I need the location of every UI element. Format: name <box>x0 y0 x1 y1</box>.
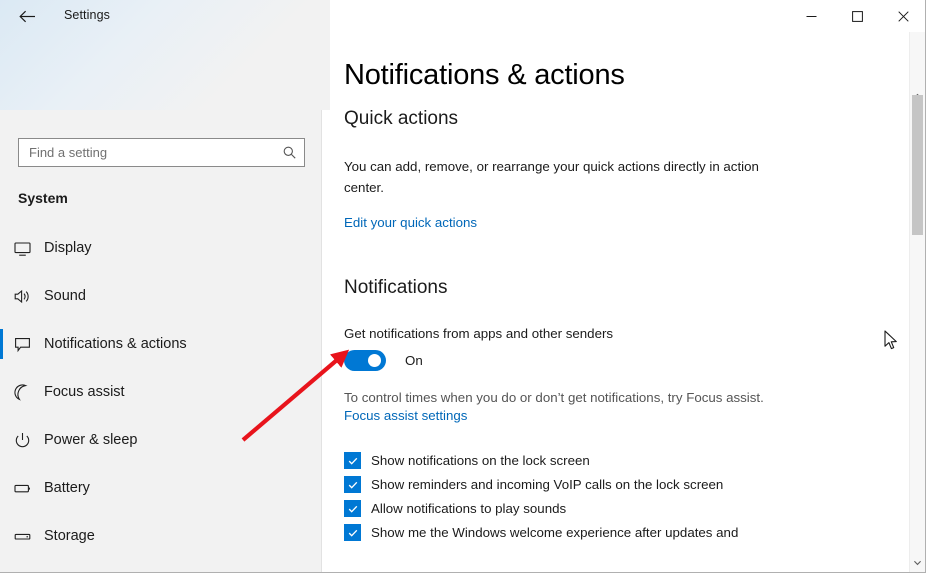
sidebar-label: Power & sleep <box>44 432 138 448</box>
page-title: Notifications & actions <box>344 59 625 91</box>
content-scrollbar[interactable] <box>909 32 925 572</box>
minimize-icon[interactable] <box>788 0 834 32</box>
quick-actions-heading: Quick actions <box>344 108 459 129</box>
sidebar-item-notifications-actions[interactable]: Notifications & actions <box>0 320 321 368</box>
back-button[interactable] <box>8 2 46 30</box>
focus-assist-helper-text: To control times when you do or don’t ge… <box>344 390 764 405</box>
sidebar-label: Sound <box>44 288 86 304</box>
main-content: Notifications & actions Quick actions Yo… <box>322 32 925 572</box>
checkbox-label: Show notifications on the lock screen <box>371 453 590 468</box>
quick-actions-description: You can add, remove, or rearrange your q… <box>344 159 759 195</box>
sidebar-item-focus-assist[interactable]: Focus assist <box>0 368 321 416</box>
checkbox-row[interactable]: Show notifications on the lock screen <box>344 450 904 474</box>
sidebar-section-title: System <box>18 190 68 206</box>
notifications-toggle[interactable] <box>344 350 386 371</box>
sidebar-item-battery[interactable]: Battery <box>0 464 321 512</box>
checkbox-checked-icon[interactable] <box>344 500 361 517</box>
monitor-icon <box>0 239 44 258</box>
sidebar-item-power-sleep[interactable]: Power & sleep <box>0 416 321 464</box>
title-bar: Settings <box>0 0 925 110</box>
power-icon <box>0 431 44 450</box>
close-icon[interactable] <box>880 0 925 32</box>
chat-bubble-icon <box>0 335 44 354</box>
sidebar-label: Notifications & actions <box>44 336 187 352</box>
sidebar-item-sound[interactable]: Sound <box>0 272 321 320</box>
checkbox-checked-icon[interactable] <box>344 476 361 493</box>
window-controls <box>788 0 925 32</box>
notifications-toggle-label: Get notifications from apps and other se… <box>344 326 614 341</box>
checkbox-label: Show reminders and incoming VoIP calls o… <box>371 477 724 492</box>
notifications-heading: Notifications <box>344 277 448 298</box>
sidebar-label: Battery <box>44 480 90 496</box>
sidebar-item-display[interactable]: Display <box>0 224 321 272</box>
settings-window: Home System Display <box>0 0 926 573</box>
home-icon <box>0 70 44 89</box>
sidebar-item-tablet[interactable]: Tablet <box>0 560 321 572</box>
sidebar-item-storage[interactable]: Storage <box>0 512 321 560</box>
checkbox-row[interactable]: Show reminders and incoming VoIP calls o… <box>344 474 904 498</box>
search-box[interactable] <box>18 138 305 167</box>
search-icon[interactable] <box>274 145 304 160</box>
chevron-down-icon[interactable] <box>910 554 925 571</box>
speaker-icon <box>0 287 44 306</box>
sidebar-nav-list: Display Sound Notifications & actions Fo… <box>0 224 321 572</box>
battery-icon <box>0 479 44 498</box>
drive-icon <box>0 527 44 546</box>
sidebar-label: Focus assist <box>44 384 125 400</box>
toggle-knob <box>368 354 381 367</box>
maximize-icon[interactable] <box>834 0 880 32</box>
moon-icon <box>0 383 44 402</box>
active-indicator <box>0 329 3 359</box>
checkbox-checked-icon[interactable] <box>344 524 361 541</box>
sidebar: Home System Display <box>0 32 321 572</box>
sidebar-home-label: Home <box>44 70 85 88</box>
sidebar-label: Storage <box>44 528 95 544</box>
checkbox-row[interactable]: Allow notifications to play sounds <box>344 498 904 522</box>
checkbox-label: Allow notifications to play sounds <box>371 501 567 516</box>
search-input[interactable] <box>19 145 274 160</box>
scrollbar-thumb[interactable] <box>912 95 923 235</box>
checkbox-label: Show me the Windows welcome experience a… <box>371 525 739 540</box>
sidebar-item-home[interactable]: Home <box>0 60 321 98</box>
window-title: Settings <box>64 8 110 22</box>
notifications-toggle-row[interactable]: On <box>344 350 423 371</box>
checkbox-row[interactable]: Show me the Windows welcome experience a… <box>344 522 904 546</box>
sidebar-label: Display <box>44 240 92 256</box>
toggle-state-label: On <box>405 353 423 368</box>
checkbox-checked-icon[interactable] <box>344 452 361 469</box>
focus-assist-settings-link[interactable]: Focus assist settings <box>344 408 467 423</box>
edit-quick-actions-link[interactable]: Edit your quick actions <box>344 215 477 230</box>
notification-options-list: Show notifications on the lock screen Sh… <box>344 450 904 546</box>
